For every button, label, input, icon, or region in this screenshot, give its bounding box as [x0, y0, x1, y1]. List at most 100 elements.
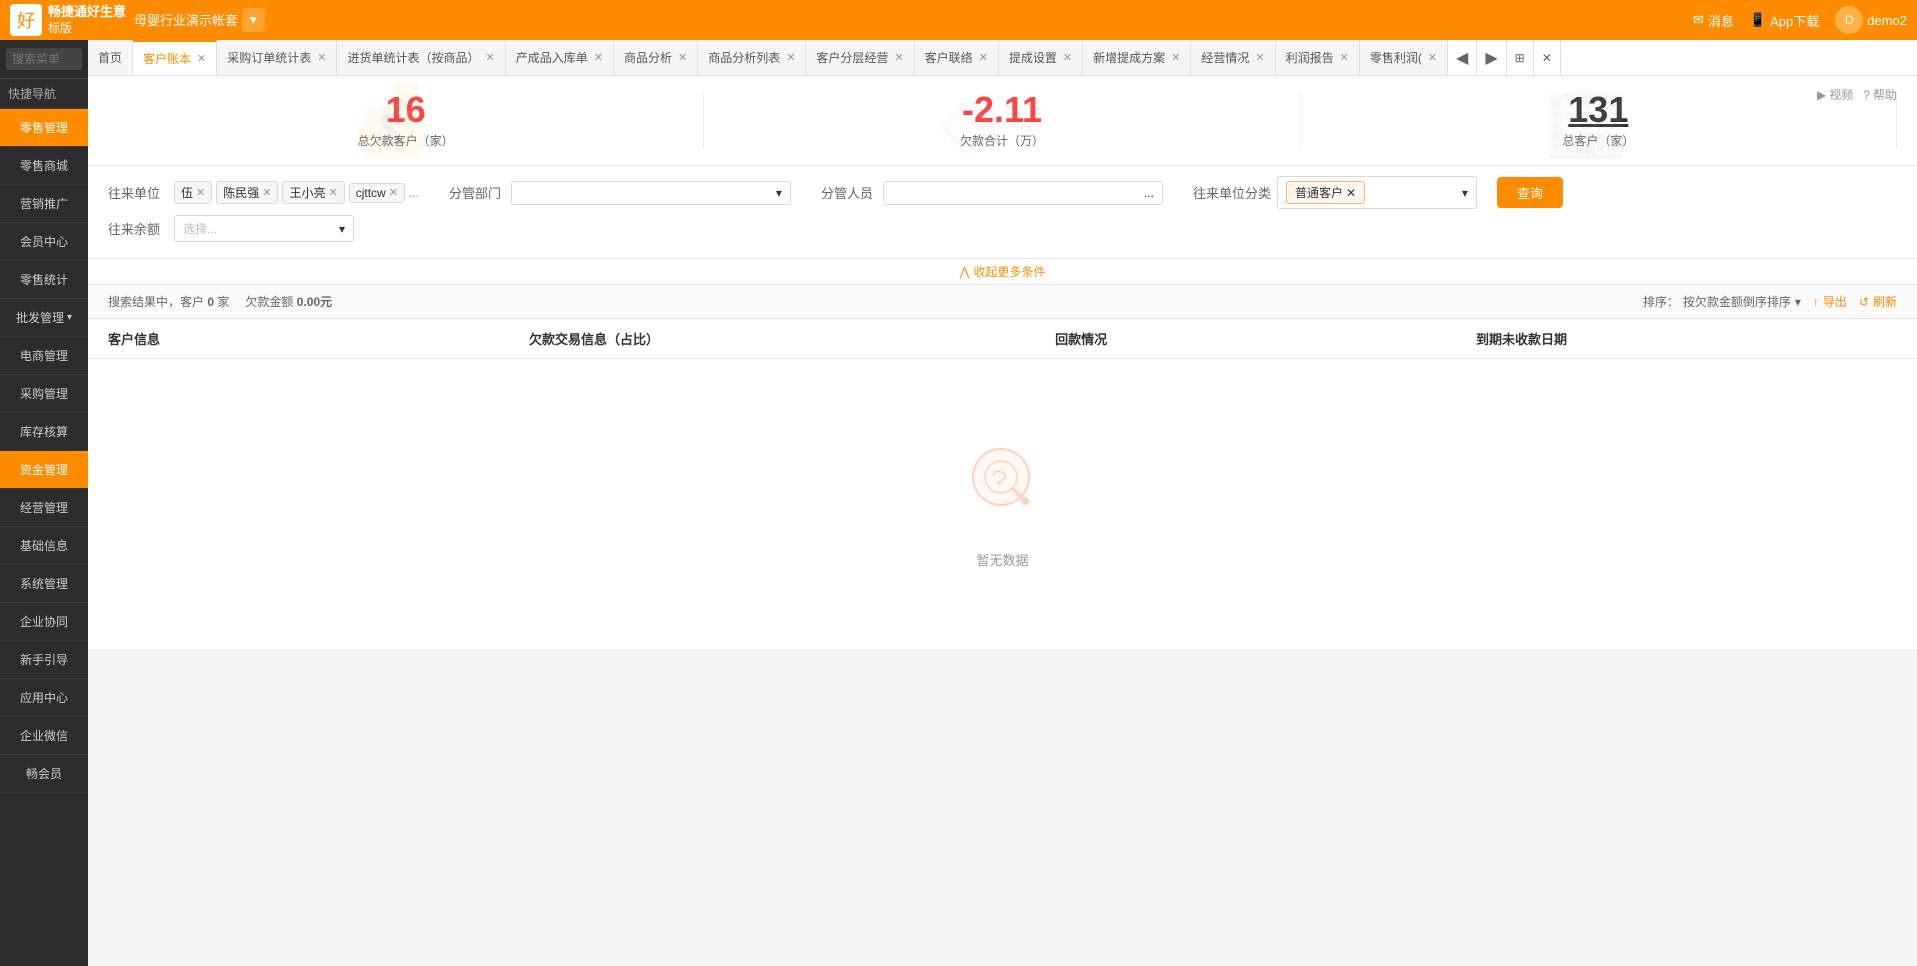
export-label: 导出	[1823, 293, 1847, 310]
export-btn[interactable]: ↑ 导出	[1813, 293, 1847, 310]
sidebar-item-vip[interactable]: 畅会员	[0, 755, 88, 793]
tag-text: 伍	[181, 184, 193, 201]
filter-row-1: 往来单位 伍 ✕ 陈民强 ✕ 王小亮	[108, 176, 1897, 209]
sidebar-item-retail-manage[interactable]: 零售管理	[0, 109, 88, 147]
refresh-btn[interactable]: ↺ 刷新	[1859, 293, 1897, 310]
col-header-debt: 欠款交易信息（占比）	[529, 329, 1055, 348]
sort-select[interactable]: 排序： 按欠款金额倒序排序 ▾	[1643, 293, 1801, 310]
tag-text: 王小亮	[289, 184, 325, 201]
tab-purchase-order[interactable]: 采购订单统计表 ✕	[217, 40, 337, 76]
stat-number-debt: -2.11	[960, 92, 1044, 128]
selector-dropdown[interactable]: ▾	[242, 8, 265, 32]
tab-close-icon[interactable]: ✕	[1428, 51, 1437, 64]
sidebar-quick-nav[interactable]: 快捷导航	[0, 79, 88, 109]
filter-tag-wang: 王小亮 ✕	[282, 181, 344, 204]
sidebar-label: 库存核算	[20, 425, 68, 439]
tab-close-icon[interactable]: ✕	[594, 51, 603, 64]
tab-close-icon[interactable]: ✕	[1063, 51, 1072, 64]
tab-cost-inbound[interactable]: 产成品入库单 ✕	[506, 40, 614, 76]
filter-tags: 伍 ✕ 陈民强 ✕ 王小亮 ✕	[174, 181, 419, 204]
collapse-content: ⋀ 收起更多条件	[92, 263, 1913, 280]
collapse-bar[interactable]: ⋀ 收起更多条件	[88, 259, 1917, 285]
tab-home[interactable]: 首页	[88, 40, 133, 76]
video-help-btn[interactable]: ▶ 视频	[1817, 86, 1853, 103]
stat-number-total: 131	[1562, 92, 1634, 128]
tab-close-icon[interactable]: ✕	[197, 52, 206, 65]
mobile-icon: 📱	[1750, 12, 1766, 28]
tab-operations-status[interactable]: 经营情况 ✕	[1191, 40, 1275, 76]
tab-profit-report[interactable]: 利润报告 ✕	[1276, 40, 1360, 76]
sidebar-item-system[interactable]: 系统管理	[0, 565, 88, 603]
tab-close-icon[interactable]: ✕	[786, 51, 795, 64]
tab-promotion-settings[interactable]: 提成设置 ✕	[999, 40, 1083, 76]
sidebar-item-marketing[interactable]: 营销推广	[0, 185, 88, 223]
filter-tag-wu: 伍 ✕	[174, 181, 212, 204]
tab-retail-profit[interactable]: 零售利润( ✕	[1360, 40, 1448, 76]
search-input[interactable]	[6, 48, 82, 70]
app-download-btn[interactable]: 📱 App下载	[1750, 11, 1819, 30]
tab-customer-contact[interactable]: 客户联络 ✕	[915, 40, 999, 76]
balance-placeholder: 选择...	[183, 220, 217, 237]
help-btn[interactable]: ? 帮助	[1863, 86, 1897, 103]
tab-close-icon[interactable]: ✕	[979, 51, 988, 64]
debt-text: 欠款金额 0.00元	[245, 293, 332, 310]
unit-category-select[interactable]: 普通客户 ✕ ▾	[1277, 176, 1477, 209]
tab-goods-analysis-list[interactable]: 商品分析列表 ✕	[698, 40, 806, 76]
sidebar-item-retail-mall[interactable]: 零售商城	[0, 147, 88, 185]
branch-dept-select[interactable]: ▾	[511, 181, 791, 205]
tag-close-chen[interactable]: ✕	[262, 186, 271, 199]
balance-select[interactable]: 选择... ▾	[174, 215, 354, 242]
tab-close-icon[interactable]: ✕	[1171, 51, 1180, 64]
tab-nav-close-all[interactable]: ✕	[1534, 40, 1561, 76]
stat-label-customers: 总欠款客户（家）	[358, 132, 454, 149]
filter-row-2: 往来余额 选择... ▾	[108, 215, 1897, 242]
user-profile[interactable]: D demo2	[1835, 6, 1907, 34]
sidebar-item-finance[interactable]: 资金管理	[0, 451, 88, 489]
tab-close-icon[interactable]: ✕	[894, 51, 903, 64]
unit-category-selected: 普通客户 ✕	[1286, 181, 1365, 204]
tab-close-icon[interactable]: ✕	[317, 51, 326, 64]
sidebar-item-new-guide[interactable]: 新手引导	[0, 641, 88, 679]
query-button[interactable]: 查询	[1497, 177, 1563, 208]
unit-category-label: 往来单位分类	[1193, 183, 1271, 202]
tab-home-label: 首页	[98, 49, 122, 66]
sidebar-item-operations[interactable]: 经营管理	[0, 489, 88, 527]
tab-nav-expand[interactable]: ⊞	[1507, 40, 1534, 76]
tab-goods-analysis[interactable]: 商品分析 ✕	[614, 40, 698, 76]
refresh-icon: ↺	[1859, 295, 1869, 309]
tab-accounts-receivable[interactable]: 客户账本 ✕	[133, 40, 217, 76]
tag-close-category[interactable]: ✕	[1346, 186, 1356, 200]
messages-btn[interactable]: ✉ 消息	[1693, 11, 1734, 30]
sidebar-item-wholesale[interactable]: 批发管理 ▾	[0, 299, 88, 337]
tab-nav-next[interactable]: ▶	[1477, 40, 1506, 76]
tab-close-icon[interactable]: ✕	[678, 51, 687, 64]
tag-close-wu[interactable]: ✕	[196, 186, 205, 199]
tab-nav-prev[interactable]: ◀	[1448, 40, 1477, 76]
sidebar-item-app-center[interactable]: 应用中心	[0, 679, 88, 717]
filter-more-btn[interactable]: ...	[409, 186, 419, 200]
tab-label: 零售利润(	[1370, 49, 1422, 66]
sidebar-item-inventory[interactable]: 库存核算	[0, 413, 88, 451]
sidebar-item-wechat[interactable]: 企业微信	[0, 717, 88, 755]
branch-person-select[interactable]: ...	[883, 181, 1163, 205]
tag-close-wang[interactable]: ✕	[328, 186, 337, 199]
sidebar-item-enterprise[interactable]: 企业协同	[0, 603, 88, 641]
tab-close-icon[interactable]: ✕	[486, 51, 495, 64]
branch-person-area: 分管人员 ...	[821, 181, 1163, 205]
sidebar-item-member[interactable]: 会员中心	[0, 223, 88, 261]
tab-incoming-stats[interactable]: 进货单统计表（按商品） ✕	[337, 40, 505, 76]
stat-block-debt: ◇ -2.11 欠款合计（万）	[704, 92, 1300, 149]
tab-close-icon[interactable]: ✕	[1340, 51, 1349, 64]
tab-new-promotion[interactable]: 新增提成方案 ✕	[1083, 40, 1191, 76]
sidebar-label: 零售统计	[20, 273, 68, 287]
sidebar-label: 采购管理	[20, 387, 68, 401]
tag-close-cjttcw[interactable]: ✕	[389, 186, 398, 199]
sidebar-item-purchase[interactable]: 采购管理	[0, 375, 88, 413]
sidebar-item-ecommerce[interactable]: 电商管理	[0, 337, 88, 375]
chevron-down-icon: ▾	[1795, 295, 1801, 309]
tab-customer-segments[interactable]: 客户分层经营 ✕	[806, 40, 914, 76]
tab-close-icon[interactable]: ✕	[1255, 51, 1264, 64]
sidebar-item-basic-info[interactable]: 基础信息	[0, 527, 88, 565]
more-icon: ...	[1144, 186, 1154, 200]
sidebar-item-retail-stats[interactable]: 零售统计	[0, 261, 88, 299]
